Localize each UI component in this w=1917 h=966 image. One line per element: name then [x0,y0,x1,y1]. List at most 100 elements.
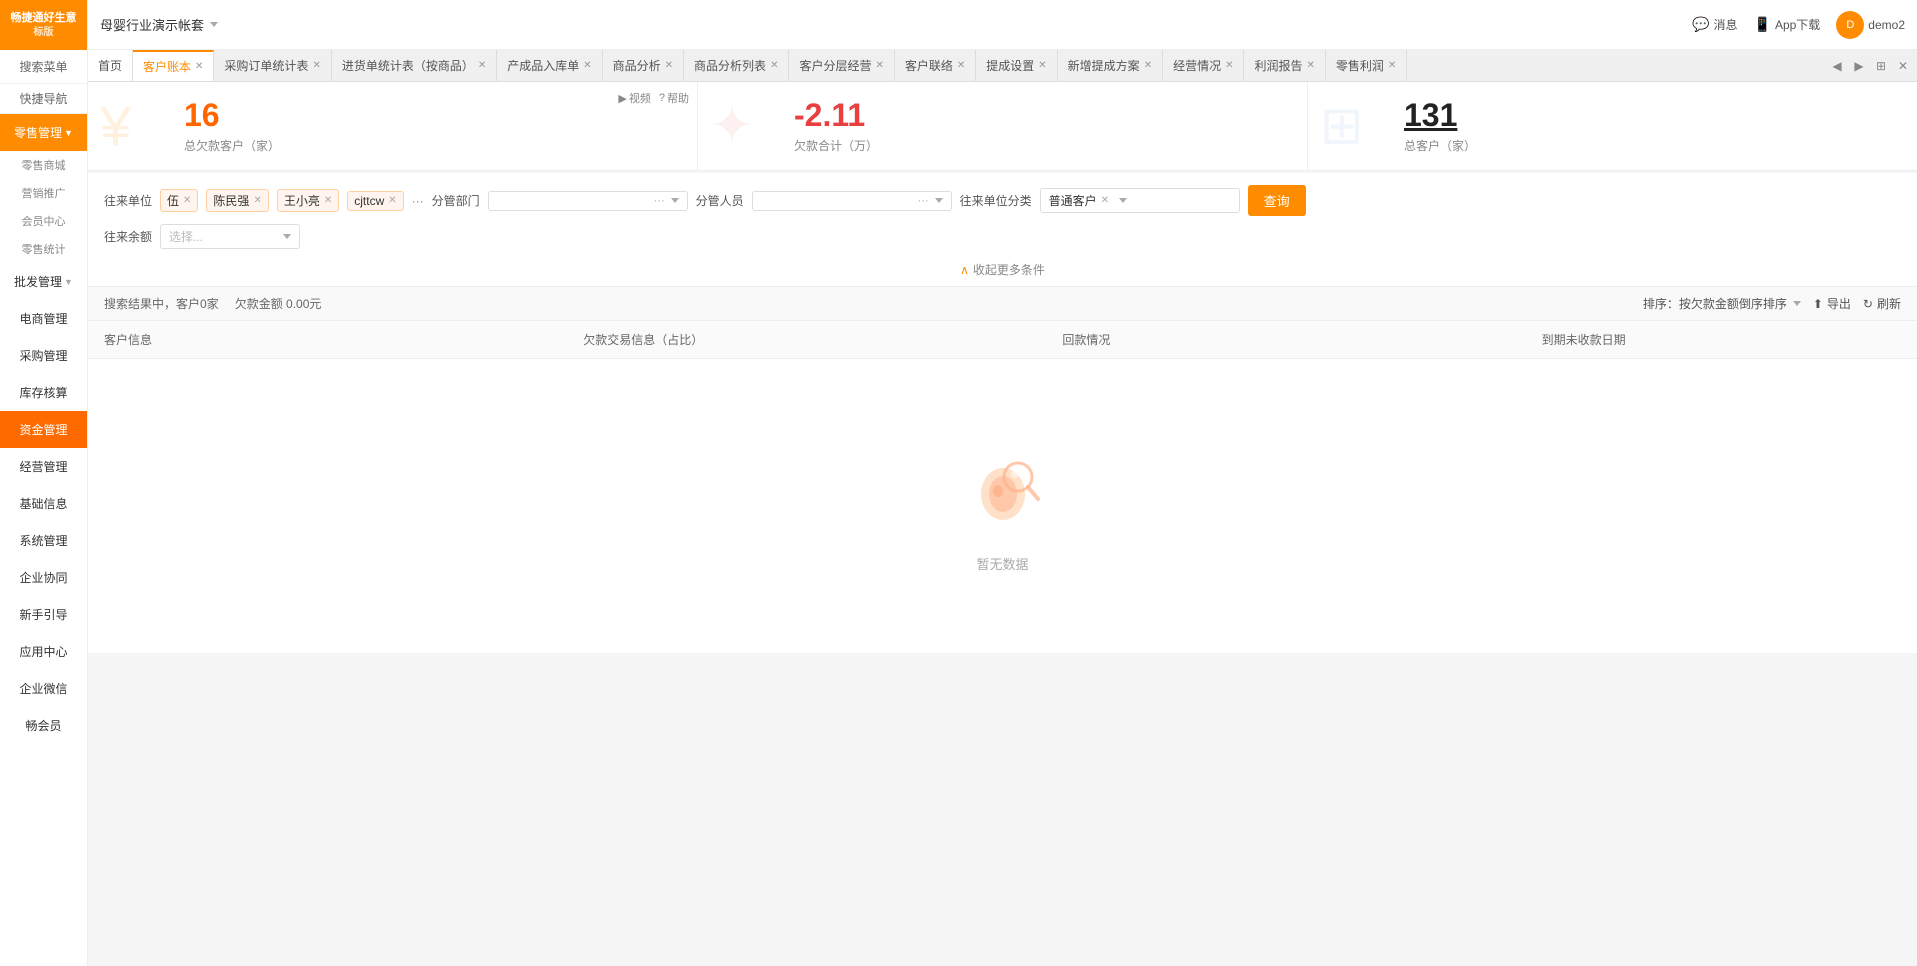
sort-select[interactable]: 排序：按欠款金额倒序排序 [1643,295,1801,312]
query-button[interactable]: 查询 [1248,185,1306,216]
results-count: 搜索结果中，客户0家 [104,295,219,312]
close-icon[interactable]: ✕ [1144,60,1152,71]
filter-tag-cjttcw[interactable]: cjttcw ✕ [347,191,403,211]
person-dropdown-arrow [935,198,943,203]
tab-goods-analysis-label: 商品分析 [613,57,661,74]
filter-tag-wu[interactable]: 伍 ✕ [160,189,198,212]
export-btn[interactable]: ⬆ 导出 [1813,295,1851,312]
refresh-btn[interactable]: ↻ 刷新 [1863,295,1901,312]
filter-tag-wang[interactable]: 王小亮 ✕ [277,189,339,212]
close-icon[interactable]: ✕ [1038,60,1046,71]
tab-commission-settings[interactable]: 提成设置 ✕ [976,50,1057,82]
remove-category-normal[interactable]: ✕ [1101,195,1109,206]
tabs-close-all-btn[interactable]: ✕ [1893,56,1913,76]
collapse-btn[interactable]: ∧ 收起更多条件 [104,257,1901,282]
balance-select[interactable]: 选择... [160,224,300,249]
sidebar-item-members[interactable]: 会员中心 [0,207,87,235]
message-icon: 💬 [1692,16,1709,33]
person-select[interactable]: ··· [752,191,952,211]
sidebar-item-retail-mall[interactable]: 零售商城 [0,151,87,179]
tab-home[interactable]: 首页 [88,50,133,82]
close-icon[interactable]: ✕ [1307,60,1315,71]
sidebar-item-operation[interactable]: 经营管理 [0,448,87,485]
sidebar-item-newguide[interactable]: 新手引导 [0,596,87,633]
sidebar-item-retail-stats[interactable]: 零售统计 [0,235,87,263]
tab-goods-analysis-list[interactable]: 商品分析列表 ✕ [684,50,789,82]
filter-row-1: 往来单位 伍 ✕ 陈民强 ✕ 王小亮 ✕ cjttcw ✕ ··· [104,185,1901,216]
app-title: 畅捷通好生意 标版 [11,11,77,38]
sidebar: 畅捷通好生意 标版 搜索菜单 快捷导航 零售管理 ▼ 零售商城 营销推广 会员中… [0,0,88,966]
close-icon[interactable]: ✕ [195,61,203,72]
remove-tag-cjttcw[interactable]: ✕ [388,195,396,206]
collapse-arrow-icon: ∧ [960,263,969,277]
tab-product-inbound[interactable]: 产成品入库单 ✕ [497,50,602,82]
sidebar-item-quicknav[interactable]: 快捷导航 [0,84,87,114]
account-selector[interactable]: 母婴行业演示帐套 [100,15,218,34]
dept-select[interactable]: ··· [488,191,688,211]
tab-profit-report[interactable]: 利润报告 ✕ [1244,50,1325,82]
sidebar-item-wechat[interactable]: 企业微信 [0,670,87,707]
close-icon[interactable]: ✕ [875,60,883,71]
balance-placeholder: 选择... [169,228,277,245]
category-tag-normal[interactable]: 普通客户 ✕ [1049,192,1113,209]
message-btn[interactable]: 💬 消息 [1692,16,1737,33]
sidebar-item-inventory[interactable]: 库存核算 [0,374,87,411]
sidebar-item-collab[interactable]: 企业协同 [0,559,87,596]
more-tags-btn[interactable]: ··· [412,194,424,208]
tab-retail-profit[interactable]: 零售利润 ✕ [1326,50,1407,82]
close-icon[interactable]: ✕ [665,60,673,71]
tabs-next-btn[interactable]: ▶ [1849,56,1869,76]
tabs-bar: 首页 客户账本 ✕ 采购订单统计表 ✕ 进货单统计表（按商品） ✕ 产成品入库单… [88,50,1917,82]
close-icon[interactable]: ✕ [583,60,591,71]
filter-row-2: 往来余额 选择... [104,224,1901,249]
close-icon[interactable]: ✕ [312,60,320,71]
category-select[interactable]: 普通客户 ✕ [1040,188,1240,213]
tab-retail-profit-label: 零售利润 [1336,57,1384,74]
close-icon[interactable]: ✕ [1225,60,1233,71]
stat-block-debt: ✦ -2.11 欠款合计（万） [698,82,1308,170]
sidebar-item-finance[interactable]: 资金管理 [0,411,87,448]
empty-text: 暂无数据 [976,554,1028,573]
app-download-icon: 📱 [1754,16,1771,33]
tab-add-commission[interactable]: 新增提成方案 ✕ [1058,50,1163,82]
table-container: 客户信息 欠款交易信息（占比） 回款情况 到期未收款日期 [88,321,1917,653]
close-icon[interactable]: ✕ [1388,60,1396,71]
tab-goods-inbound[interactable]: 进货单统计表（按商品） ✕ [332,50,497,82]
user-profile[interactable]: D demo2 [1836,11,1905,39]
tab-operations[interactable]: 经营情况 ✕ [1163,50,1244,82]
sidebar-item-search[interactable]: 搜索菜单 [0,50,87,84]
tab-goods-analysis[interactable]: 商品分析 ✕ [603,50,684,82]
remove-tag-wu[interactable]: ✕ [183,195,191,206]
sidebar-item-ecommerce[interactable]: 电商管理 [0,300,87,337]
empty-icon [958,439,1048,546]
sidebar-item-appcenter[interactable]: 应用中心 [0,633,87,670]
sidebar-item-retail[interactable]: 零售管理 ▼ [0,114,87,151]
close-icon[interactable]: ✕ [770,60,778,71]
remove-tag-wang[interactable]: ✕ [324,195,332,206]
tab-customer-ledger[interactable]: 客户账本 ✕ [133,50,214,82]
results-actions: 排序：按欠款金额倒序排序 ⬆ 导出 ↻ 刷新 [1643,295,1901,312]
help-btn[interactable]: ? 帮助 [659,90,689,106]
stat-value-customers: 16 [184,98,280,133]
tab-purchase-order[interactable]: 采购订单统计表 ✕ [214,50,331,82]
tabs-prev-btn[interactable]: ◀ [1827,56,1847,76]
remove-tag-chen[interactable]: ✕ [253,195,261,206]
video-help-btn[interactable]: ▶ 视频 [618,90,650,106]
sidebar-item-member[interactable]: 畅会员 [0,707,87,744]
sidebar-item-purchase[interactable]: 采购管理 [0,337,87,374]
sidebar-item-system[interactable]: 系统管理 [0,522,87,559]
dept-filter-label: 分管部门 [432,192,480,209]
tab-customer-tiering[interactable]: 客户分层经营 ✕ [789,50,894,82]
filter-tag-chen[interactable]: 陈民强 ✕ [206,189,268,212]
account-selector-arrow [210,22,218,27]
app-download-btn[interactable]: 📱 App下载 [1754,16,1821,33]
table-header: 客户信息 欠款交易信息（占比） 回款情况 到期未收款日期 [88,321,1917,359]
sidebar-item-marketing[interactable]: 营销推广 [0,179,87,207]
tab-customer-contact[interactable]: 客户联络 ✕ [895,50,976,82]
close-icon[interactable]: ✕ [478,60,486,71]
close-icon[interactable]: ✕ [957,60,965,71]
sidebar-item-wholesale[interactable]: 批发管理 ▼ [0,263,87,300]
tabs-expand-btn[interactable]: ⊞ [1871,56,1891,76]
sidebar-item-basicinfo[interactable]: 基础信息 [0,485,87,522]
stat-info-customers: 16 总欠款客户（家） [184,98,280,154]
